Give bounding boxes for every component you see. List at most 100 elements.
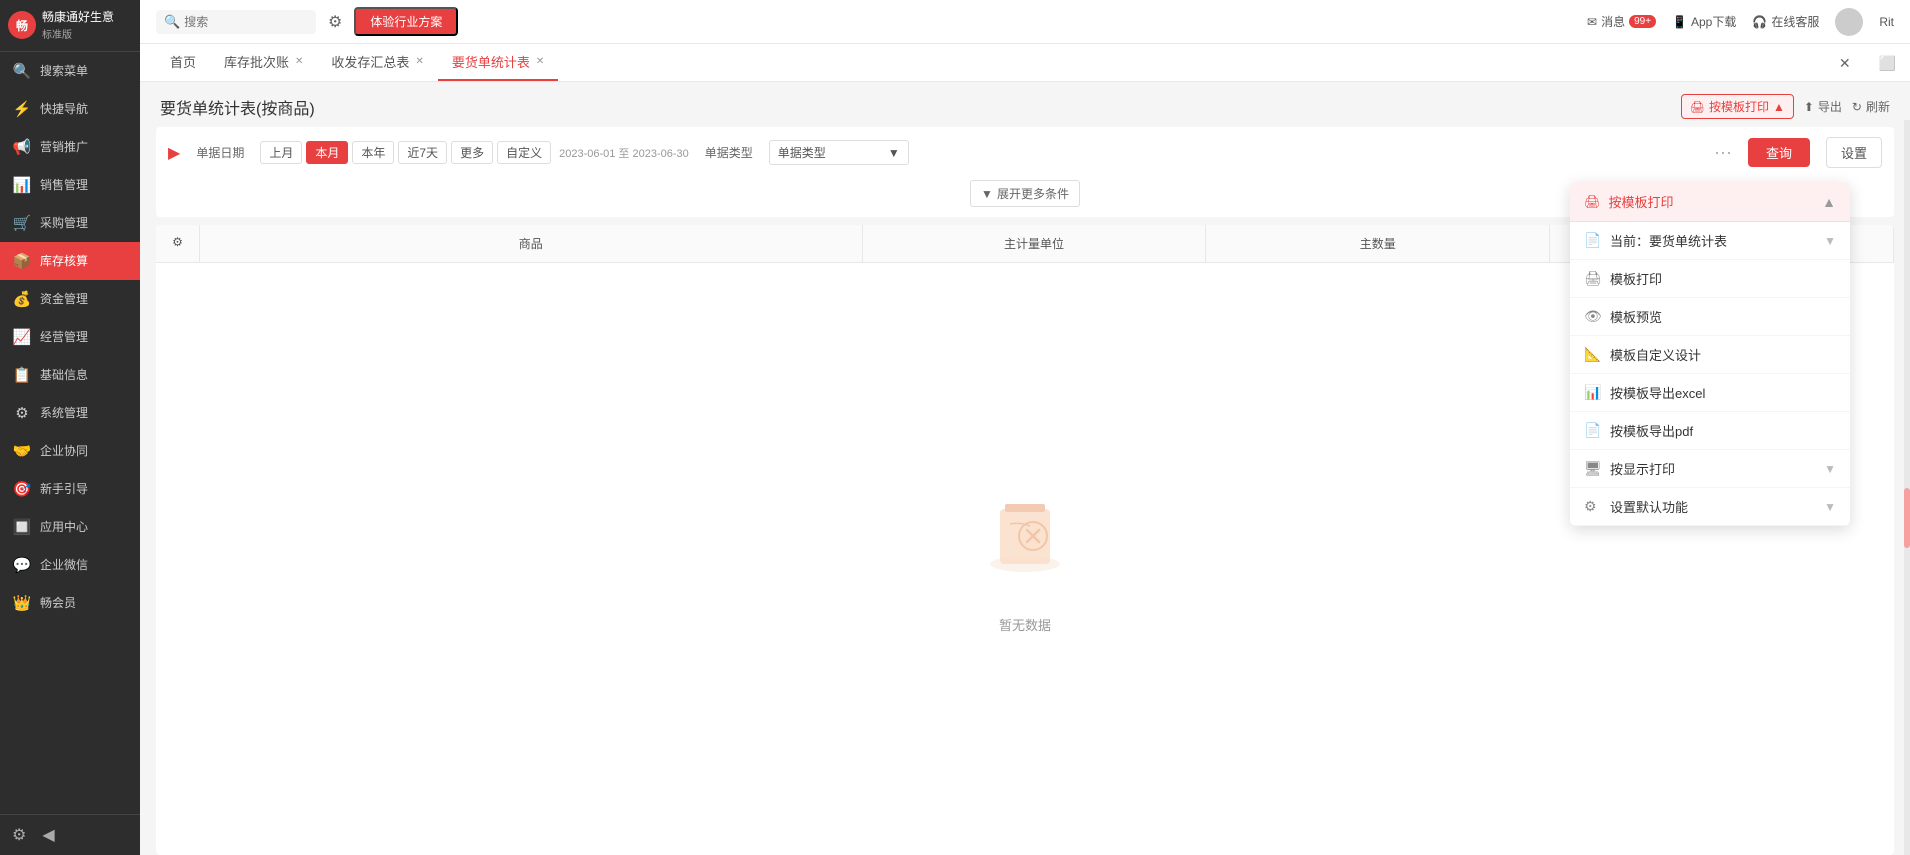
wechat-icon: 💬	[12, 556, 32, 574]
default-func-label: 设置默认功能	[1610, 497, 1688, 516]
window-close-button[interactable]: ✕	[1825, 44, 1865, 82]
more-options-icon[interactable]: ···	[1714, 142, 1732, 163]
content-area: 要货单统计表(按商品) 🖨 按模板打印 ▲ ⬆ 导出 ↻ 刷新	[140, 82, 1910, 855]
sidebar-item-operation[interactable]: 📈 经营管理	[0, 318, 140, 356]
dropdown-current[interactable]: 📄 当前：要货单统计表 ▼	[1570, 222, 1850, 260]
tab-batch-close[interactable]: ✕	[295, 56, 303, 67]
sidebar-item-sales[interactable]: 📊 销售管理	[0, 166, 140, 204]
tab-requisition-label: 要货单统计表	[452, 52, 530, 71]
inventory-icon: 📦	[12, 252, 32, 270]
tab-requisition-close[interactable]: ✕	[536, 56, 544, 67]
message-group[interactable]: ✉ 消息 99+	[1587, 13, 1656, 30]
template-preview-label: 模板预览	[1610, 307, 1662, 326]
dropdown-close-button[interactable]: ▲	[1822, 194, 1836, 210]
main-area: 🔍 ⚙ 体验行业方案 ✉ 消息 99+ 📱 App下载 🎧 在线客服 Rit	[140, 0, 1910, 855]
dropdown-default-func[interactable]: ⚙ 设置默认功能 ▼	[1570, 488, 1850, 526]
sidebar-collapse-icon[interactable]: ◀	[42, 825, 54, 845]
sidebar-item-nav[interactable]: ⚡ 快捷导航	[0, 90, 140, 128]
tab-requisition[interactable]: 要货单统计表 ✕	[438, 44, 558, 81]
finance-icon: 💰	[12, 290, 32, 308]
date-btn-this-month[interactable]: 本月	[306, 141, 348, 164]
type-select[interactable]: 单据类型 ▼	[769, 140, 909, 165]
print-button[interactable]: 🖨 按模板打印 ▲	[1681, 94, 1794, 119]
apps-icon: 🔲	[12, 518, 32, 536]
sidebar-item-search[interactable]: 🔍 搜索菜单	[0, 52, 140, 90]
empty-text: 暂无数据	[999, 615, 1051, 634]
member-icon: 👑	[12, 594, 32, 612]
user-avatar[interactable]	[1835, 8, 1863, 36]
display-print-icon: 🖥	[1584, 460, 1600, 477]
tab-batch-label: 库存批次账	[224, 52, 289, 71]
dropdown-display-print[interactable]: 🖥 按显示打印 ▼	[1570, 450, 1850, 488]
sidebar: 畅 畅康通好生意 标准版 🔍 搜索菜单 ⚡ 快捷导航 📢 营销推广 📊 销售管理…	[0, 0, 140, 855]
template-pdf-icon: 📄	[1584, 422, 1600, 439]
tab-batch[interactable]: 库存批次账 ✕	[210, 44, 317, 81]
expand-conditions-button[interactable]: ▼ 展开更多条件	[970, 180, 1080, 207]
template-print-label: 模板打印	[1610, 269, 1662, 288]
refresh-button[interactable]: ↻ 刷新	[1852, 98, 1890, 115]
sidebar-item-member[interactable]: 👑 畅会员	[0, 584, 140, 622]
export-button[interactable]: ⬆ 导出	[1804, 98, 1842, 115]
date-btn-custom[interactable]: 自定义	[497, 141, 551, 164]
column-settings-icon[interactable]: ⚙	[172, 235, 183, 249]
app-download-group[interactable]: 📱 App下载	[1672, 13, 1736, 30]
current-label: 当前：要货单统计表	[1610, 231, 1727, 250]
window-expand-button[interactable]: ⬜	[1865, 44, 1910, 82]
date-btn-7days[interactable]: 近7天	[398, 141, 447, 164]
collab-icon: 🤝	[12, 442, 32, 460]
query-button[interactable]: 查询	[1748, 138, 1810, 167]
date-filter-label: 单据日期	[196, 144, 244, 161]
sidebar-item-apps[interactable]: 🔲 应用中心	[0, 508, 140, 546]
tab-receivables[interactable]: 收发存汇总表 ✕	[317, 44, 437, 81]
printer-icon: 🖨	[1690, 100, 1705, 114]
promo-button[interactable]: 体验行业方案	[354, 7, 458, 36]
tab-receivables-close[interactable]: ✕	[415, 56, 423, 67]
template-pdf-label: 按模板导出pdf	[1610, 421, 1693, 440]
scrollbar-thumb[interactable]	[1904, 488, 1910, 548]
sidebar-item-inventory[interactable]: 📦 库存核算	[0, 242, 140, 280]
template-preview-icon: 👁	[1584, 308, 1600, 325]
topbar-right: ✉ 消息 99+ 📱 App下载 🎧 在线客服 Rit	[1587, 8, 1894, 36]
dropdown-template-pdf[interactable]: 📄 按模板导出pdf	[1570, 412, 1850, 450]
date-btn-this-year[interactable]: 本年	[352, 141, 394, 164]
chevron-down-icon2: ▼	[981, 187, 993, 201]
sidebar-item-purchase[interactable]: 🛒 采购管理	[0, 204, 140, 242]
default-func-icon: ⚙	[1584, 498, 1600, 515]
tab-home[interactable]: 首页	[156, 44, 210, 81]
sidebar-item-guide[interactable]: 🎯 新手引导	[0, 470, 140, 508]
display-print-label: 按显示打印	[1610, 459, 1675, 478]
template-excel-icon: 📊	[1584, 384, 1600, 401]
window-controls: ✕ ⬜	[1825, 44, 1910, 82]
headset-icon: 🎧	[1752, 15, 1767, 29]
th-unit: 主计量单位	[863, 225, 1207, 262]
sidebar-item-collab[interactable]: 🤝 企业协同	[0, 432, 140, 470]
dropdown-template-preview[interactable]: 👁 模板预览	[1570, 298, 1850, 336]
sidebar-settings-icon[interactable]: ⚙	[12, 825, 26, 845]
sidebar-item-basic[interactable]: 📋 基础信息	[0, 356, 140, 394]
sidebar-item-system[interactable]: ⚙ 系统管理	[0, 394, 140, 432]
purchase-icon: 🛒	[12, 214, 32, 232]
sidebar-item-finance[interactable]: 💰 资金管理	[0, 280, 140, 318]
sidebar-item-wechat[interactable]: 💬 企业微信	[0, 546, 140, 584]
dropdown-template-custom[interactable]: 📐 模板自定义设计	[1570, 336, 1850, 374]
refresh-icon: ↻	[1852, 100, 1862, 114]
empty-illustration	[975, 484, 1075, 603]
settings-button[interactable]: 设置	[1826, 137, 1882, 168]
app-logo: 畅 畅康通好生意 标准版	[0, 0, 140, 52]
topbar-gear-icon[interactable]: ⚙	[328, 12, 342, 32]
default-func-arrow: ▼	[1824, 500, 1836, 514]
th-settings[interactable]: ⚙	[156, 225, 200, 262]
dropdown-template-print[interactable]: 🖨 模板打印	[1570, 260, 1850, 298]
date-btn-last-month[interactable]: 上月	[260, 141, 302, 164]
marketing-icon: 📢	[12, 138, 32, 156]
topbar-search-box[interactable]: 🔍	[156, 10, 316, 34]
filter-expand-icon[interactable]: ▶	[168, 143, 180, 163]
date-btn-more[interactable]: 更多	[451, 141, 493, 164]
page-actions: 🖨 按模板打印 ▲ ⬆ 导出 ↻ 刷新	[1681, 94, 1890, 119]
tabbar: 首页 库存批次账 ✕ 收发存汇总表 ✕ 要货单统计表 ✕ ✕ ⬜	[140, 44, 1910, 82]
logo-icon: 畅	[8, 11, 36, 39]
sidebar-item-marketing[interactable]: 📢 营销推广	[0, 128, 140, 166]
online-service-group[interactable]: 🎧 在线客服	[1752, 13, 1819, 30]
dropdown-template-excel[interactable]: 📊 按模板导出excel	[1570, 374, 1850, 412]
search-input[interactable]	[184, 15, 308, 29]
